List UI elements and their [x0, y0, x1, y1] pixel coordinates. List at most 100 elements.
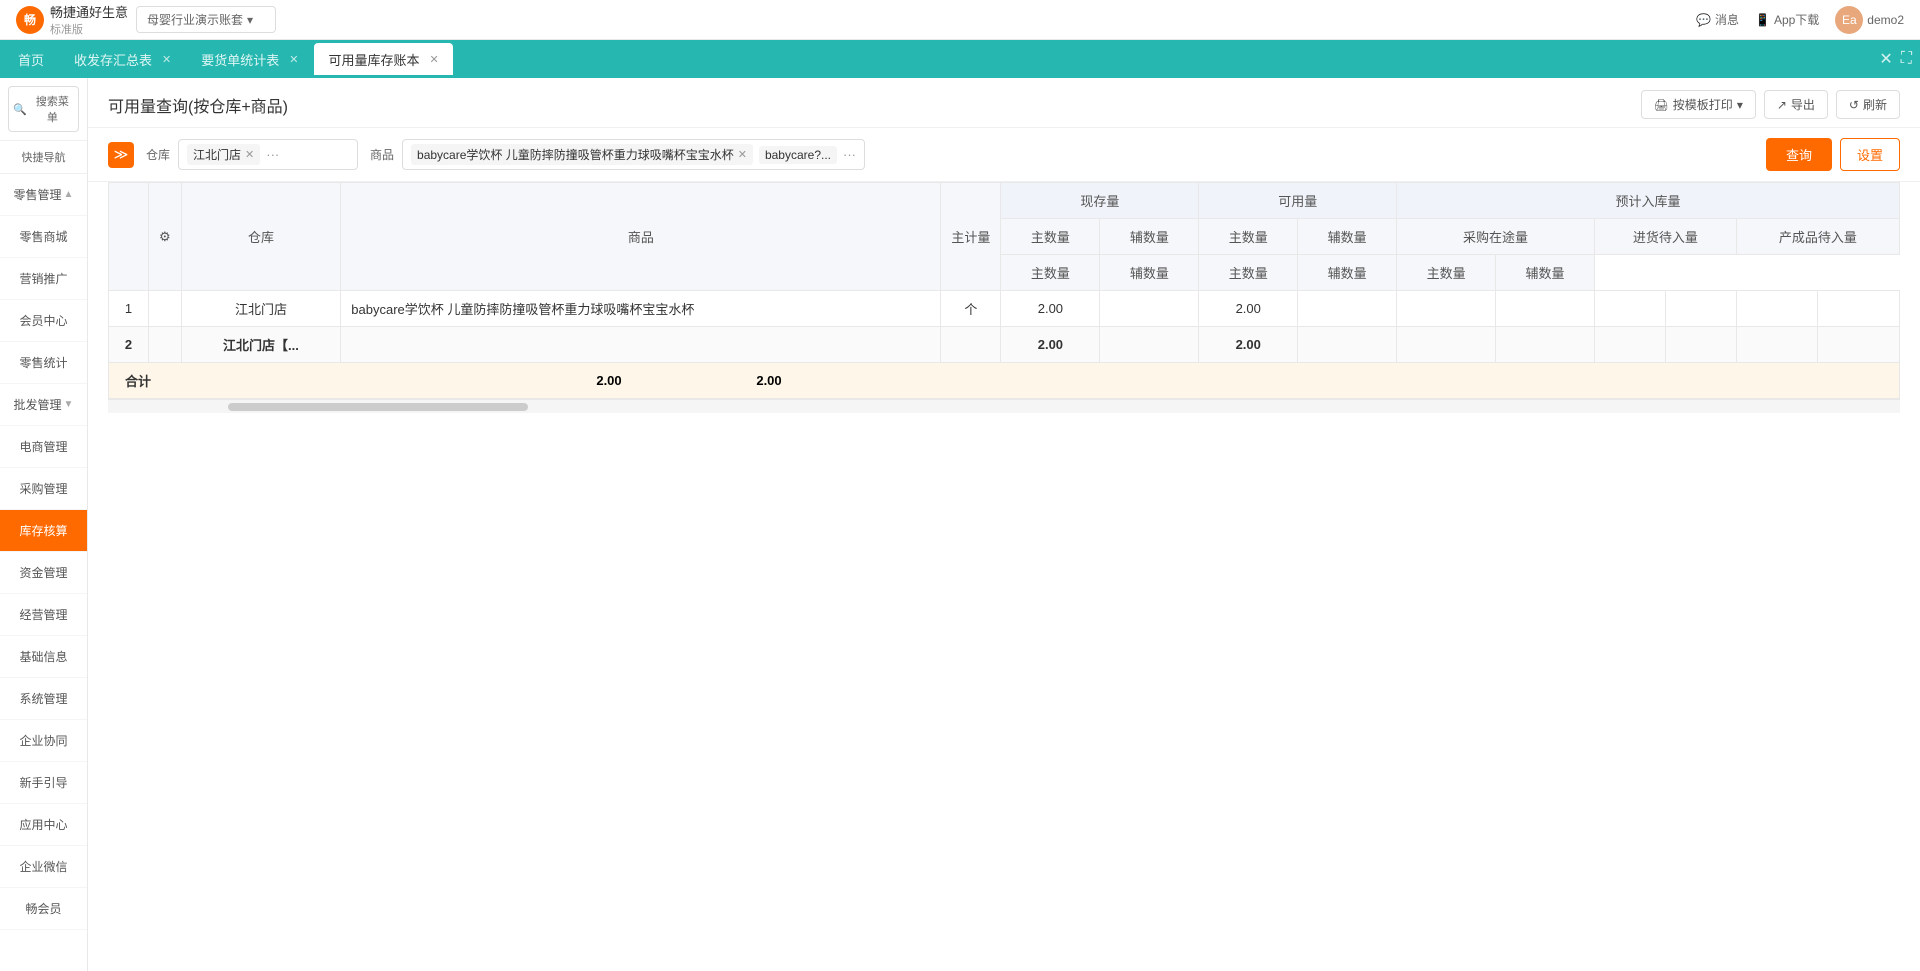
cell-inbound-main — [1594, 291, 1665, 327]
cell-available-main-2: 2.00 — [1199, 327, 1298, 363]
sidebar-item-guide[interactable]: 新手引导 — [0, 762, 87, 804]
cell-purchase-aux-2 — [1496, 327, 1595, 363]
sidebar-item-app-center[interactable]: 应用中心 — [0, 804, 87, 846]
fullscreen-btn[interactable]: ⛶ — [1901, 50, 1912, 68]
sidebar-item-wechat[interactable]: 企业微信 — [0, 846, 87, 888]
warehouse-tag: 江北门店 ✕ — [187, 144, 260, 165]
logo-area: 畅 畅捷通好生意 标准版 — [16, 2, 128, 37]
top-bar-left: 畅 畅捷通好生意 标准版 母婴行业演示账套 ▾ — [16, 2, 276, 37]
page-header: 可用量查询(按仓库+商品) 🖨 按模板打印 ▾ ↗ 导出 ↺ 刷新 — [88, 78, 1920, 128]
warehouse-input[interactable]: 江北门店 ✕ ··· — [178, 139, 358, 170]
footer-label: 合计 — [109, 371, 569, 390]
sidebar-item-finance[interactable]: 资金管理 — [0, 552, 87, 594]
nav-tabs: 首页 收发存汇总表 ✕ 要货单统计表 ✕ 可用量库存账本 ✕ ✕ ⛶ — [0, 40, 1920, 78]
th-production-pending-group: 产成品待入量 — [1736, 219, 1899, 255]
cell-product-2 — [341, 327, 941, 363]
close-window-btn[interactable]: ✕ — [1879, 49, 1892, 69]
industry-selector[interactable]: 母婴行业演示账套 ▾ — [136, 6, 276, 33]
sidebar-item-members2[interactable]: 畅会员 — [0, 888, 87, 930]
search-menu-btn[interactable]: 🔍 搜索菜单 — [8, 86, 79, 132]
app-download-btn[interactable]: 📱 App下载 — [1755, 11, 1819, 28]
cell-unit: 个 — [941, 291, 1001, 327]
remove-warehouse-tag[interactable]: ✕ — [245, 148, 254, 161]
user-avatar[interactable]: Ea demo2 — [1835, 6, 1904, 34]
sidebar-item-basics[interactable]: 基础信息 — [0, 636, 87, 678]
cell-available-aux-2 — [1298, 327, 1397, 363]
remove-product-tag-1[interactable]: ✕ — [738, 148, 747, 161]
sidebar-item-marketing[interactable]: 营销推广 — [0, 258, 87, 300]
cell-current-main: 2.00 — [1001, 291, 1100, 327]
print-btn[interactable]: 🖨 按模板打印 ▾ — [1641, 90, 1756, 119]
tab-order-stats[interactable]: 要货单统计表 ✕ — [187, 43, 312, 75]
close-tab-receipts[interactable]: ✕ — [162, 53, 171, 66]
app-logo: 畅 — [16, 6, 44, 34]
scroll-thumb[interactable] — [228, 403, 528, 411]
tab-home[interactable]: 首页 — [4, 43, 58, 75]
sidebar-item-operations[interactable]: 经营管理 — [0, 594, 87, 636]
table-row: 1 江北门店 babycare学饮杯 儿童防摔防撞吸管杯重力球吸嘴杯宝宝水杯 个… — [109, 291, 1900, 327]
th-index — [109, 183, 149, 291]
cell-available-main: 2.00 — [1199, 291, 1298, 327]
tab-receipts[interactable]: 收发存汇总表 ✕ — [60, 43, 185, 75]
cell-settings-2[interactable] — [149, 327, 182, 363]
cell-purchase-main — [1397, 291, 1496, 327]
message-btn[interactable]: 💬 消息 — [1696, 11, 1739, 28]
cell-settings[interactable] — [149, 291, 182, 327]
sidebar-item-inventory[interactable]: 库存核算 — [0, 510, 87, 552]
cell-production-main — [1736, 291, 1818, 327]
cell-available-aux — [1298, 291, 1397, 327]
cell-purchase-main-2 — [1397, 327, 1496, 363]
refresh-btn[interactable]: ↺ 刷新 — [1836, 90, 1900, 119]
nav-tabs-right: ✕ ⛶ — [1879, 49, 1920, 69]
table-row-subtotal: 2 江北门店【... 2.00 2.00 — [109, 327, 1900, 363]
product-more-icon[interactable]: ··· — [843, 147, 856, 162]
export-icon: ↗ — [1777, 98, 1787, 112]
sidebar-item-purchase[interactable]: 采购管理 — [0, 468, 87, 510]
cell-current-main-2: 2.00 — [1001, 327, 1100, 363]
th-purchase-main: 主数量 — [1001, 255, 1100, 291]
export-btn[interactable]: ↗ 导出 — [1764, 90, 1828, 119]
close-tab-available-inventory[interactable]: ✕ — [430, 53, 439, 66]
cell-warehouse-2: 江北门店【... — [181, 327, 341, 363]
cell-index: 1 — [109, 291, 149, 327]
th-warehouse: 仓库 — [181, 183, 341, 291]
sidebar-item-ecommerce[interactable]: 电商管理 — [0, 426, 87, 468]
sidebar-item-retail-mgmt[interactable]: 零售管理 ▲ — [0, 174, 87, 216]
expand-filter-btn[interactable]: ≫ — [108, 142, 134, 168]
more-options-icon[interactable]: ··· — [266, 147, 279, 162]
table-area: ⚙ 仓库 商品 主计量 现存量 可用量 预计入库量 主数量 辅数量 主数量 — [88, 182, 1920, 433]
cell-inbound-aux — [1665, 291, 1736, 327]
sidebar-quick-nav[interactable]: 快捷导航 — [0, 141, 87, 174]
sidebar-item-system[interactable]: 系统管理 — [0, 678, 87, 720]
th-purchase-transit-group: 采购在途量 — [1397, 219, 1595, 255]
filter-area: ≫ 仓库 江北门店 ✕ ··· 商品 babycare — [88, 128, 1920, 182]
product-tag-2: babycare?... — [759, 146, 837, 164]
sidebar-item-members[interactable]: 会员中心 — [0, 300, 87, 342]
sidebar-item-retail-stats[interactable]: 零售统计 — [0, 342, 87, 384]
th-current-stock-group: 现存量 — [1001, 183, 1199, 219]
message-icon: 💬 — [1696, 13, 1711, 27]
footer-current-aux — [649, 373, 729, 388]
sidebar-item-retail-mall[interactable]: 零售商城 — [0, 216, 87, 258]
horizontal-scrollbar[interactable] — [108, 399, 1900, 413]
th-available-group: 可用量 — [1199, 183, 1397, 219]
settings-btn[interactable]: 设置 — [1840, 138, 1900, 171]
th-production-main: 主数量 — [1397, 255, 1496, 291]
tab-available-inventory[interactable]: 可用量库存账本 ✕ — [314, 43, 452, 75]
th-purchase-aux: 辅数量 — [1100, 255, 1199, 291]
close-tab-order-stats[interactable]: ✕ — [289, 53, 298, 66]
sidebar-item-batch-mgmt[interactable]: 批发管理 ▼ — [0, 384, 87, 426]
top-bar-right: 💬 消息 📱 App下载 Ea demo2 — [1696, 6, 1904, 34]
th-available-main: 主数量 — [1199, 219, 1298, 255]
cell-index-2: 2 — [109, 327, 149, 363]
th-inbound-pending-group: 进货待入量 — [1594, 219, 1736, 255]
cell-unit-2 — [941, 327, 1001, 363]
app-name: 畅捷通好生意 — [50, 2, 128, 21]
query-btn[interactable]: 查询 — [1766, 138, 1832, 171]
th-available-aux: 辅数量 — [1298, 219, 1397, 255]
table-footer: 合计 2.00 2.00 — [108, 363, 1900, 399]
cell-warehouse: 江北门店 — [181, 291, 341, 327]
sidebar-item-enterprise[interactable]: 企业协同 — [0, 720, 87, 762]
product-input[interactable]: babycare学饮杯 儿童防摔防撞吸管杯重力球吸嘴杯宝宝水杯 ✕ babyca… — [402, 139, 865, 170]
product-filter-group: 商品 babycare学饮杯 儿童防摔防撞吸管杯重力球吸嘴杯宝宝水杯 ✕ bab… — [370, 139, 865, 170]
